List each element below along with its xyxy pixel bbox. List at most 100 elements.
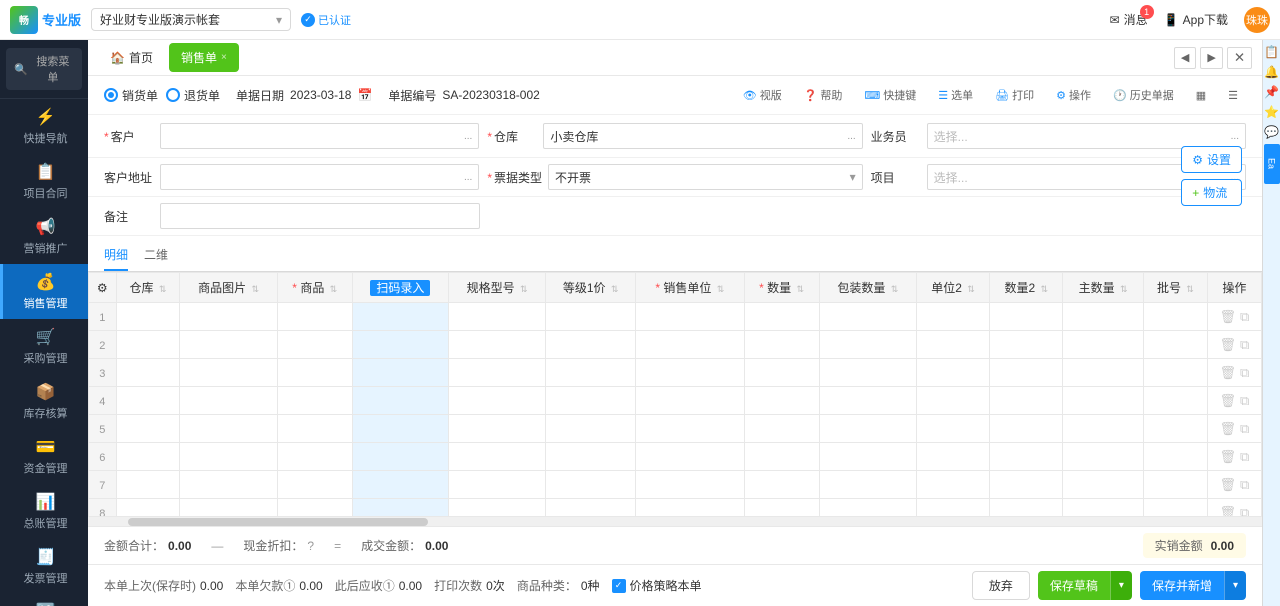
cell-8-packqty[interactable] [819, 499, 916, 517]
sidebar-item-funds[interactable]: 💳 资金管理 [0, 429, 88, 484]
cell-6-product[interactable] [277, 443, 352, 471]
scrollbar-thumb[interactable] [128, 518, 428, 526]
cell-6-unit[interactable] [636, 443, 744, 471]
cell-2-batch[interactable] [1143, 331, 1207, 359]
save-new-button[interactable]: 保存并新增 [1140, 571, 1224, 600]
sidebar-item-marketing[interactable]: 📢 营销推广 [0, 209, 88, 264]
cell-6-scan[interactable] [352, 443, 448, 471]
return-radio[interactable]: 退货单 [166, 87, 220, 104]
cell-1-price1[interactable] [546, 303, 636, 331]
cell-1-batch[interactable] [1143, 303, 1207, 331]
cell-4-price1[interactable] [546, 387, 636, 415]
cell-7-scan[interactable] [352, 471, 448, 499]
cell-7-unit2[interactable] [916, 471, 989, 499]
delete-icon[interactable]: 🗑 [1220, 421, 1237, 437]
cell-7-batch[interactable] [1143, 471, 1207, 499]
cell-1-pack-qty[interactable] [819, 303, 916, 331]
cell-1-unit2[interactable] [916, 303, 989, 331]
cell-1-sales-unit[interactable] [636, 303, 744, 331]
save-draft-button[interactable]: 保存草稿 [1038, 571, 1110, 600]
cell-3-image[interactable] [180, 359, 277, 387]
cell-1-image[interactable] [180, 303, 277, 331]
cell-4-qty[interactable] [744, 387, 819, 415]
customer-input[interactable]: ... [160, 123, 479, 149]
delete-icon[interactable]: 🗑 [1220, 393, 1237, 409]
copy-icon[interactable]: ⧉ [1240, 449, 1249, 465]
question-icon[interactable]: ? [307, 539, 314, 553]
cell-8-price1[interactable] [546, 499, 636, 517]
close-icon[interactable]: × [221, 52, 227, 63]
cell-7-mainqty[interactable] [1063, 471, 1144, 499]
cell-6-image[interactable] [180, 443, 277, 471]
delete-icon[interactable]: 🗑 [1220, 449, 1237, 465]
right-panel-active-btn[interactable]: Ea [1264, 144, 1280, 184]
cell-3-unit[interactable] [636, 359, 744, 387]
cell-5-packqty[interactable] [819, 415, 916, 443]
cell-8-batch[interactable] [1143, 499, 1207, 517]
cell-5-batch[interactable] [1143, 415, 1207, 443]
layout1-button[interactable]: ▦ [1188, 86, 1214, 105]
cell-4-unit[interactable] [636, 387, 744, 415]
cell-4-image[interactable] [180, 387, 277, 415]
cell-4-batch[interactable] [1143, 387, 1207, 415]
tab-close-all-button[interactable]: ✕ [1227, 47, 1252, 69]
cell-3-qty2[interactable] [990, 359, 1063, 387]
cell-4-unit2[interactable] [916, 387, 989, 415]
history-button[interactable]: 🕐 历史单据 [1105, 84, 1182, 106]
save-new-dropdown[interactable]: ▾ [1224, 571, 1246, 600]
cell-7-image[interactable] [180, 471, 277, 499]
cell-6-packqty[interactable] [819, 443, 916, 471]
cell-8-spec[interactable] [448, 499, 545, 517]
app-download-button[interactable]: 📱 App下载 [1164, 11, 1228, 28]
tab-sales-order[interactable]: 销售单 × [169, 43, 239, 72]
settings-button[interactable]: ⚙ 设置 [1181, 146, 1242, 173]
copy-icon[interactable]: ⧉ [1240, 505, 1249, 517]
sidebar-item-tax[interactable]: 🔢 税务管理 [0, 594, 88, 606]
price-policy-checkbox[interactable]: 价格策略本单 [612, 577, 702, 594]
cell-7-qty[interactable] [744, 471, 819, 499]
sidebar-item-inventory[interactable]: 📦 库存核算 [0, 374, 88, 429]
cell-2-image[interactable] [180, 331, 277, 359]
print-button[interactable]: 🖨 打印 [987, 84, 1042, 106]
warehouse-ellipsis[interactable]: ... [847, 131, 855, 142]
cell-4-qty2[interactable] [990, 387, 1063, 415]
tab-home[interactable]: 🏠 首页 [98, 43, 165, 72]
cell-4-spec[interactable] [448, 387, 545, 415]
cell-6-spec[interactable] [448, 443, 545, 471]
cell-5-price1[interactable] [546, 415, 636, 443]
cell-8-qty[interactable] [744, 499, 819, 517]
calendar-icon[interactable]: 📅 [357, 88, 372, 102]
tab-prev-button[interactable]: ◀ [1174, 47, 1196, 69]
warehouse-input[interactable]: 小卖仓库 ... [543, 123, 862, 149]
cell-5-spec[interactable] [448, 415, 545, 443]
cell-3-mainqty[interactable] [1063, 359, 1144, 387]
cell-4-scan[interactable] [352, 387, 448, 415]
cell-8-product[interactable] [277, 499, 352, 517]
cell-5-unit2[interactable] [916, 415, 989, 443]
cell-1-spec[interactable] [448, 303, 545, 331]
cell-2-spec[interactable] [448, 331, 545, 359]
cell-2-product[interactable] [277, 331, 352, 359]
cell-8-image[interactable] [180, 499, 277, 517]
salesperson-ellipsis[interactable]: ... [1231, 131, 1239, 142]
sidebar-item-invoice[interactable]: 🧾 发票管理 [0, 539, 88, 594]
copy-icon[interactable]: ⧉ [1240, 393, 1249, 409]
cell-6-qty[interactable] [744, 443, 819, 471]
sales-radio[interactable]: 销货单 [104, 87, 158, 104]
cell-2-price1[interactable] [546, 331, 636, 359]
cell-6-price1[interactable] [546, 443, 636, 471]
view-button[interactable]: 👁 视版 [735, 84, 790, 106]
cell-5-unit[interactable] [636, 415, 744, 443]
cell-4-product[interactable] [277, 387, 352, 415]
col-scan[interactable]: 扫码录入 [352, 273, 448, 303]
select-button[interactable]: ☰ 选单 [930, 84, 981, 106]
discard-button[interactable]: 放弃 [972, 571, 1030, 600]
copy-icon[interactable]: ⧉ [1240, 337, 1249, 353]
cell-7-warehouse[interactable] [116, 471, 180, 499]
cell-5-product[interactable] [277, 415, 352, 443]
right-panel-icon-2[interactable]: 🔔 [1264, 64, 1280, 80]
cell-1-product[interactable] [277, 303, 352, 331]
company-selector[interactable]: 好业财专业版演示帐套 ▾ [91, 8, 291, 31]
delete-icon[interactable]: 🗑 [1220, 477, 1237, 493]
cell-3-batch[interactable] [1143, 359, 1207, 387]
